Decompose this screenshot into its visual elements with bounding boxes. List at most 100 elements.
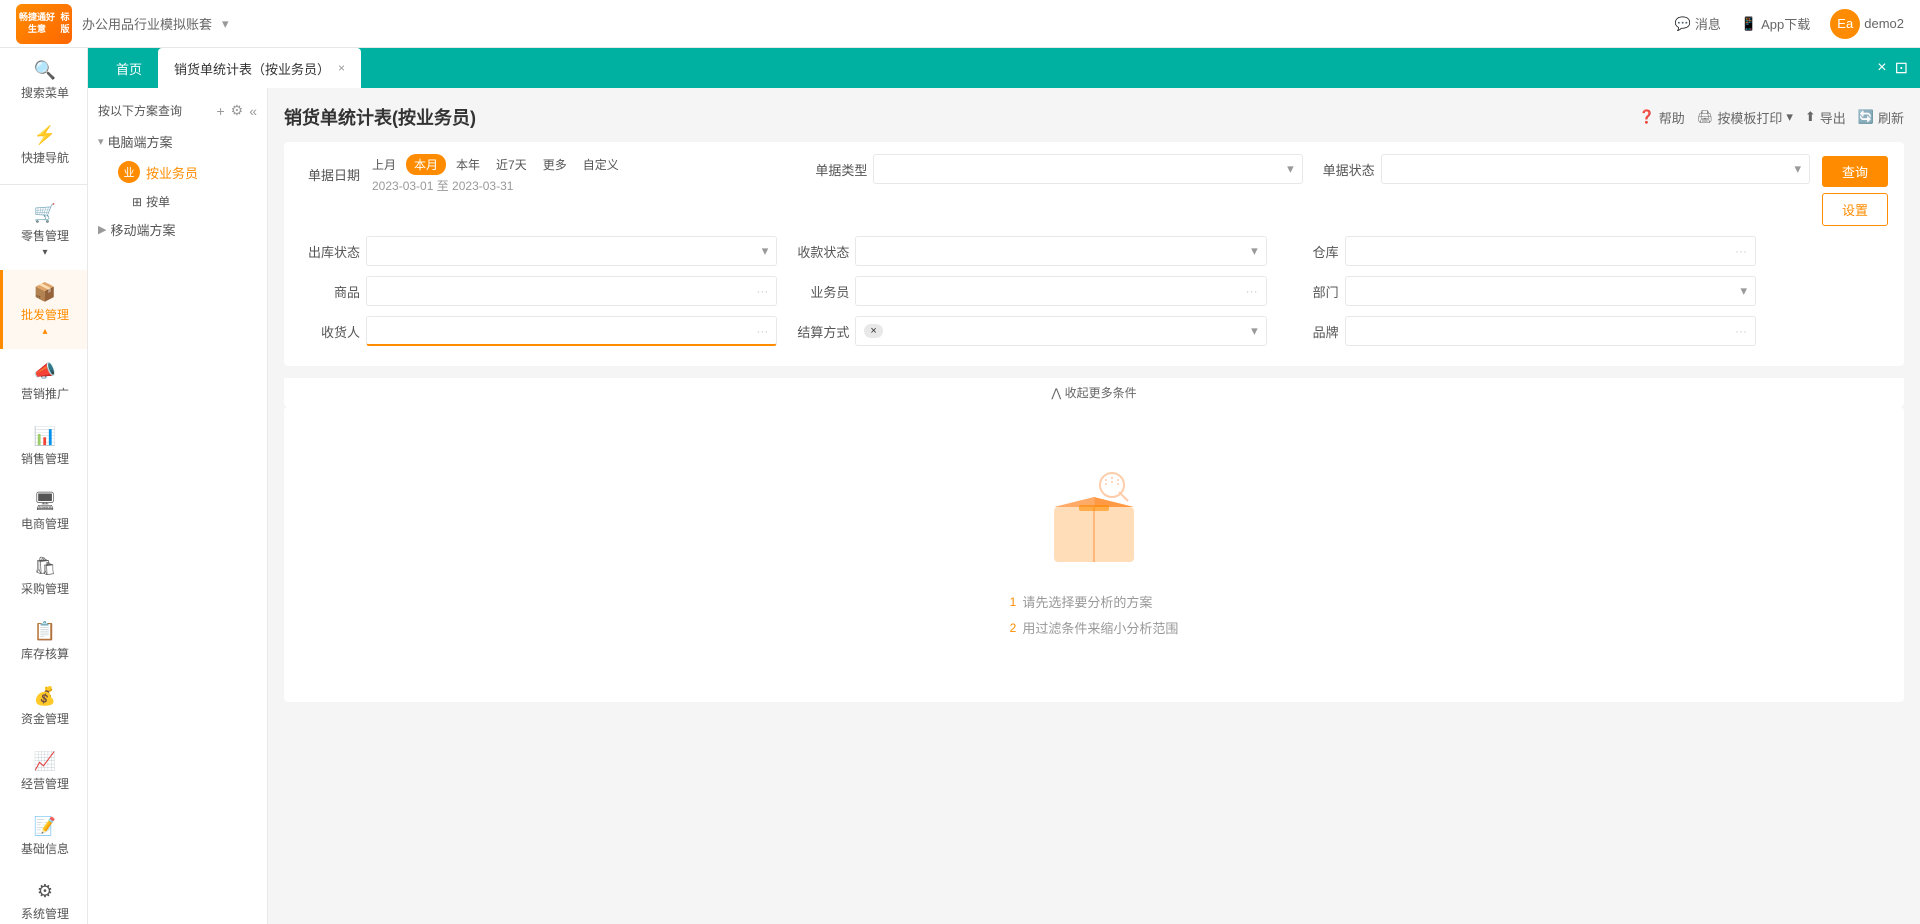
filter-btn-col: 查询 设置 [1822, 154, 1888, 226]
date-tab-year[interactable]: 本年 [450, 154, 486, 175]
goods-input[interactable]: ··· [366, 276, 777, 306]
collapse-icon: ⋀ [1051, 386, 1064, 400]
left-panel: 按以下方案查询 + ⚙ « ▾ 电脑端方案 业 按业务员 [88, 88, 268, 924]
empty-tips: 1 请先选择要分析的方案 2 用过滤条件来缩小分析范围 [1010, 590, 1179, 642]
page-title: 销货单统计表(按业务员) [284, 104, 476, 130]
tip-item-2: 2 用过滤条件来缩小分析范围 [1010, 616, 1179, 642]
wholesale-arrow: ▴ [42, 326, 47, 337]
inventory-icon: 📋 [7, 621, 83, 642]
print-dropdown-icon: ▾ [1786, 109, 1793, 125]
help-icon: ❓ [1639, 109, 1655, 125]
warehouse-dots: ··· [1735, 244, 1747, 258]
scheme-settings-btn[interactable]: ⚙ [231, 102, 244, 119]
warehouse-input[interactable]: ··· [1345, 236, 1756, 266]
sidebar-item-search[interactable]: 🔍 搜索菜单 [0, 48, 87, 113]
tab-bar-right: × ⊡ [1877, 58, 1920, 78]
sidebar-item-marketing[interactable]: 📣 营销推广 [0, 349, 87, 414]
tree-sub-order[interactable]: ⊞ 按单 [88, 188, 267, 215]
finance-icon: 💰 [7, 686, 83, 707]
template-print-btn[interactable]: 🖨 按模板打印 ▾ [1697, 108, 1793, 127]
query-button[interactable]: 查询 [1822, 156, 1888, 187]
tab-home[interactable]: 首页 [100, 48, 158, 88]
tab-active[interactable]: 销货单统计表（按业务员） × [158, 48, 361, 88]
collect-status-arrow: ▾ [1251, 243, 1258, 259]
sidebar-item-retail[interactable]: 🛒 零售管理 ▾ [0, 191, 87, 270]
panel-header: 按以下方案查询 + ⚙ « [88, 98, 267, 127]
content-area: 按以下方案查询 + ⚙ « ▾ 电脑端方案 业 按业务员 [88, 88, 1920, 924]
filter-card: 单据日期 上月 本月 本年 近7天 更多 自定义 20 [284, 142, 1904, 366]
doc-type-arrow: ▾ [1287, 161, 1294, 177]
sidebar-item-ecommerce[interactable]: 🖥 电商管理 [0, 479, 87, 544]
settings-button[interactable]: 设置 [1822, 193, 1888, 226]
brand-input[interactable]: ··· [1345, 316, 1756, 346]
receiver-label: 收货人 [300, 322, 360, 341]
tree-sub-salesperson[interactable]: 业 按业务员 [88, 156, 267, 188]
collapse-bar[interactable]: ⋀ 收起更多条件 [284, 378, 1904, 407]
dept-label: 部门 [1279, 282, 1339, 301]
panel-collapse-btn[interactable]: « [249, 103, 257, 119]
salesperson-input[interactable]: ··· [855, 276, 1266, 306]
sidebar-item-sales[interactable]: 📊 销售管理 [0, 414, 87, 479]
window-maximize-btn[interactable]: ⊡ [1895, 58, 1908, 78]
sidebar-item-purchase[interactable]: 🛍 采购管理 [0, 544, 87, 609]
page-header: 销货单统计表(按业务员) ❓ 帮助 🖨 按模板打印 ▾ ⬆ [284, 104, 1904, 130]
settlement-label: 结算方式 [789, 322, 849, 341]
user-menu[interactable]: Ea demo2 [1830, 9, 1904, 39]
date-tab-more[interactable]: 更多 [537, 154, 573, 175]
retail-arrow: ▾ [42, 247, 47, 258]
base-icon: 📝 [7, 816, 83, 837]
message-btn[interactable]: 💬 消息 [1675, 14, 1721, 33]
doc-type-input[interactable]: ▾ [873, 154, 1302, 184]
add-scheme-btn[interactable]: + [216, 103, 224, 119]
sidebar-item-base[interactable]: 📝 基础信息 [0, 804, 87, 869]
export-btn[interactable]: ⬆ 导出 [1805, 108, 1846, 127]
dept-input[interactable]: ▾ [1345, 276, 1756, 306]
sidebar-item-inventory[interactable]: 📋 库存核算 [0, 609, 87, 674]
receiver-input[interactable]: ··· [366, 316, 777, 346]
sidebar-item-system[interactable]: ⚙ 系统管理 [0, 869, 87, 924]
help-btn[interactable]: ❓ 帮助 [1639, 108, 1685, 127]
right-main: 销货单统计表(按业务员) ❓ 帮助 🖨 按模板打印 ▾ ⬆ [268, 88, 1920, 924]
warehouse-label: 仓库 [1279, 242, 1339, 261]
settlement-clear-btn[interactable]: × [870, 325, 876, 337]
date-tab-prev-month[interactable]: 上月 [366, 154, 402, 175]
top-bar-left: 畅捷通好生意 标版 办公用品行业模拟账套 ▾ [16, 4, 229, 44]
doc-status-label: 单据状态 [1315, 160, 1375, 179]
app-download-btn[interactable]: 📱 App下载 [1741, 14, 1810, 33]
empty-state: 1 请先选择要分析的方案 2 用过滤条件来缩小分析范围 [284, 407, 1904, 702]
doc-type-label: 单据类型 [807, 160, 867, 179]
dropdown-icon[interactable]: ▾ [222, 16, 229, 32]
sidebar-item-quick-nav[interactable]: ⚡ 快捷导航 [0, 113, 87, 178]
marketing-icon: 📣 [7, 361, 83, 382]
tree-pc-section[interactable]: ▾ 电脑端方案 [88, 127, 267, 156]
sidebar-item-finance[interactable]: 💰 资金管理 [0, 674, 87, 739]
message-icon: 💬 [1675, 16, 1691, 32]
brand-label: 品牌 [1279, 322, 1339, 341]
out-status-label: 出库状态 [300, 242, 360, 261]
system-icon: ⚙ [7, 881, 83, 902]
order-icon: ⊞ [132, 195, 142, 209]
date-tab-7days[interactable]: 近7天 [490, 154, 533, 175]
goods-label: 商品 [300, 282, 360, 301]
download-icon: 📱 [1741, 16, 1757, 32]
collect-status-input[interactable]: ▾ [855, 236, 1266, 266]
salesperson-dots: ··· [1246, 284, 1258, 298]
date-range: 2023-03-01 至 2023-03-31 [372, 177, 625, 194]
doc-status-input[interactable]: ▾ [1381, 154, 1810, 184]
tree-arrow-pc: ▾ [98, 135, 104, 148]
dept-arrow: ▾ [1740, 283, 1747, 299]
refresh-btn[interactable]: 🔄 刷新 [1858, 108, 1904, 127]
settlement-input[interactable]: × ▾ [855, 316, 1266, 346]
window-close-btn[interactable]: × [1877, 59, 1886, 77]
sidebar: 🔍 搜索菜单 ⚡ 快捷导航 🛒 零售管理 ▾ 📦 批发管理 ▴ 📣 营销推广 📊… [0, 48, 88, 924]
out-status-input[interactable]: ▾ [366, 236, 777, 266]
date-tab-custom[interactable]: 自定义 [577, 154, 625, 175]
page-actions: ❓ 帮助 🖨 按模板打印 ▾ ⬆ 导出 🔄 [1639, 108, 1904, 127]
tab-close-btn[interactable]: × [338, 61, 345, 75]
brand-dots: ··· [1735, 324, 1747, 338]
date-tab-cur-month[interactable]: 本月 [406, 154, 446, 175]
tree-mobile-section[interactable]: ▶ 移动端方案 [88, 215, 267, 244]
sidebar-item-wholesale[interactable]: 📦 批发管理 ▴ [0, 270, 87, 349]
sidebar-item-ops[interactable]: 📈 经营管理 [0, 739, 87, 804]
settlement-arrow: ▾ [1251, 323, 1258, 339]
